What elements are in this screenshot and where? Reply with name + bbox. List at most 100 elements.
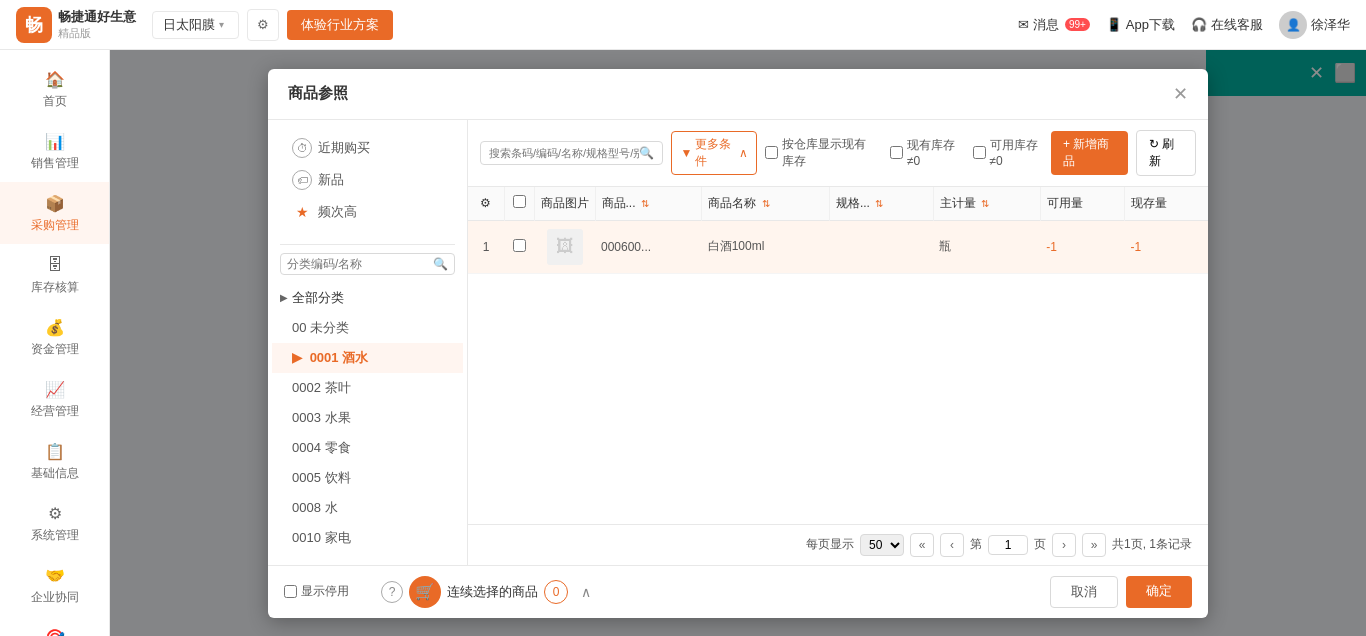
sidebar-item-sales[interactable]: 📊 销售管理 [0,120,109,182]
modal-overlay: 商品参照 ✕ ⏱ 近期购买 🏷 新 [110,50,1366,636]
left-sidebar: 🏠 首页 📊 销售管理 📦 采购管理 🗄 库存核算 💰 资金管理 📈 经营管理 … [0,50,110,636]
star-icon: ★ [292,202,312,222]
sidebar-label-purchase: 采购管理 [31,217,79,234]
row-checkbox-cell[interactable] [504,220,534,273]
select-all-checkbox[interactable] [513,195,526,208]
guide-icon: 🎯 [44,626,66,636]
logo-line1: 畅捷通好生意 [58,8,136,26]
clock-icon: ⏱ [292,138,312,158]
checkbox-available-nonzero[interactable]: 可用库存≠0 [973,137,1044,168]
app-download-item[interactable]: 📱 App下载 [1106,16,1175,34]
sidebar-item-collab[interactable]: 🤝 企业协同 [0,554,109,616]
confirm-button[interactable]: 确定 [1126,576,1192,608]
cancel-button[interactable]: 取消 [1050,576,1118,608]
per-page-select[interactable]: 50 [860,534,904,556]
table-row[interactable]: 1 🖼 00 [468,220,1208,273]
category-liquor[interactable]: ▶ 0001 酒水 [272,343,463,373]
quick-filter-new[interactable]: 🏷 新品 [280,164,455,196]
cart-button[interactable]: 🛒 [409,576,441,608]
sidebar-item-purchase[interactable]: 📦 采购管理 [0,182,109,244]
show-disabled-label: 显示停用 [301,583,349,600]
category-fruit[interactable]: 0003 水果 [272,403,463,433]
checkbox-warehouse-input[interactable] [765,146,778,159]
sidebar-item-inventory[interactable]: 🗄 库存核算 [0,244,109,306]
cart-area: ? 🛒 连续选择的商品 0 ∧ [381,576,598,608]
modal-close-button[interactable]: ✕ [1173,83,1188,105]
category-tea[interactable]: 0002 茶叶 [272,373,463,403]
sidebar-item-guide[interactable]: 🎯 新手引导 [0,616,109,636]
filter-button[interactable]: ▼ 更多条件 ∧ [671,131,757,175]
page-number-input[interactable] [988,535,1028,555]
checkbox-stock-input[interactable] [890,146,903,159]
first-page-button[interactable]: « [910,533,934,557]
col-settings[interactable]: ⚙ [468,187,504,221]
row-unit: 瓶 [933,220,1040,273]
home-icon: 🏠 [44,68,66,90]
col-stock: 现存量 [1125,187,1208,221]
fold-button[interactable]: ∧ [574,580,598,604]
sidebar-item-finance[interactable]: 💰 资金管理 [0,306,109,368]
filter-caret-icon: ∧ [739,146,748,160]
category-search-bar[interactable]: 🔍 [280,253,455,275]
col-name[interactable]: 商品名称 ⇅ [702,187,830,221]
sort-spec-icon: ⇅ [875,198,883,209]
help-icon[interactable]: ? [381,581,403,603]
cat-label-0: 00 未分类 [292,320,349,335]
filter-label: 更多条件 [695,136,736,170]
category-water[interactable]: 0008 水 [272,493,463,523]
trial-button[interactable]: 体验行业方案 [287,10,393,40]
main-search-input[interactable] [489,147,639,159]
checkbox-available-label: 可用库存≠0 [990,137,1044,168]
product-thumbnail: 🖼 [547,229,583,265]
refresh-button[interactable]: ↻ 刷新 [1136,130,1196,176]
table-header-row: ⚙ 商品图片 商品... ⇅ [468,187,1208,221]
logo-line2: 精品版 [58,26,136,41]
modal-title: 商品参照 [288,84,348,103]
col-spec[interactable]: 规格... ⇅ [829,187,933,221]
sidebar-item-basic-info[interactable]: 📋 基础信息 [0,430,109,492]
sidebar-label-collab: 企业协同 [31,589,79,606]
top-nav: 畅 畅捷通好生意 精品版 日太阳膜 ▾ ⚙ 体验行业方案 ✉ 消息 99 📱 A… [0,0,1366,50]
next-page-button[interactable]: › [1052,533,1076,557]
category-search-input[interactable] [287,257,433,271]
gear-button[interactable]: ⚙ [247,9,279,41]
quick-filter-recent[interactable]: ⏱ 近期购买 [280,132,455,164]
main-search-bar[interactable]: 🔍 [480,141,663,165]
show-disabled-input[interactable] [284,585,297,598]
category-uncategorized[interactable]: 00 未分类 [272,313,463,343]
checkbox-available-input[interactable] [973,146,986,159]
last-page-button[interactable]: » [1082,533,1106,557]
cat-label-7: 0010 家电 [292,530,351,545]
row-num: 1 [483,240,490,254]
checkbox-stock-nonzero[interactable]: 现有库存≠0 [890,137,961,168]
online-service-item[interactable]: 🎧 在线客服 [1191,16,1263,34]
col-code[interactable]: 商品... ⇅ [595,187,702,221]
category-all[interactable]: ▶ 全部分类 [272,283,463,313]
col-checkbox[interactable] [504,187,534,221]
sidebar-item-operations[interactable]: 📈 经营管理 [0,368,109,430]
nav-caret-icon: ▾ [219,19,224,30]
nav-selector[interactable]: 日太阳膜 ▾ [152,11,239,39]
collab-icon: 🤝 [44,564,66,586]
page-suffix: 页 [1034,536,1046,553]
message-item[interactable]: ✉ 消息 99 [1018,16,1090,34]
message-badge: 99 [1065,18,1090,31]
new-label: 新品 [318,171,344,189]
row-checkbox[interactable] [513,239,526,252]
quick-filter-frequent[interactable]: ★ 频次高 [280,196,455,228]
sidebar-label-sales: 销售管理 [31,155,79,172]
col-unit[interactable]: 主计量 ⇅ [933,187,1040,221]
checkbox-warehouse[interactable]: 按仓库显示现有库存 [765,136,878,170]
filter-icon: ▼ [680,146,692,160]
user-item[interactable]: 👤 徐泽华 [1279,11,1350,39]
show-disabled-checkbox[interactable]: 显示停用 [284,583,349,600]
sidebar-label-finance: 资金管理 [31,341,79,358]
phone-icon: 📱 [1106,17,1122,32]
category-snack[interactable]: 0004 零食 [272,433,463,463]
sidebar-item-home[interactable]: 🏠 首页 [0,58,109,120]
category-appliance[interactable]: 0010 家电 [272,523,463,553]
prev-page-button[interactable]: ‹ [940,533,964,557]
sidebar-item-system[interactable]: ⚙ 系统管理 [0,492,109,554]
category-drink[interactable]: 0005 饮料 [272,463,463,493]
add-product-button[interactable]: + 新增商品 [1051,131,1128,175]
